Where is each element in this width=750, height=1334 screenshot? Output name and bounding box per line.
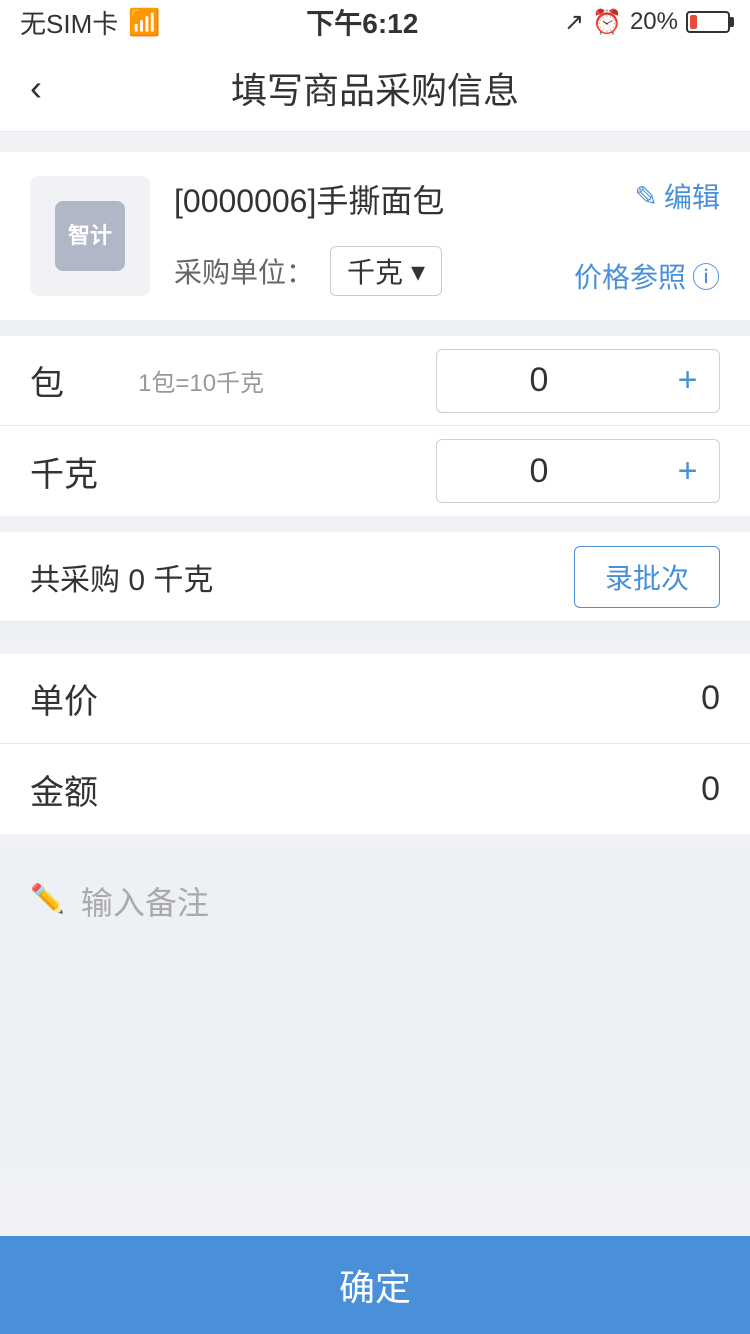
bag-label: 包 [30,356,130,405]
note-section[interactable]: ✏️ 输入备注 [0,850,750,1170]
confirm-button-label: 确定 [339,1259,411,1311]
wifi-icon: 📶 [128,7,160,38]
status-bar-left: 无SIM卡 📶 [20,4,161,41]
edit-icon: ✎ [635,180,658,213]
unit-price-value: 0 [701,679,720,718]
summary-unit: 千克 [153,564,213,597]
alarm-icon: ⏰ [592,8,622,37]
unit-value: 千克 [347,251,403,291]
price-section: 单价 0 金额 0 [0,654,750,834]
input-section: 包 1包=10千克 + 千克 + [0,336,750,516]
confirm-button[interactable]: 确定 [0,1236,750,1334]
price-ref-label: 价格参照 [574,256,686,296]
status-bar: 无SIM卡 📶 下午6:12 ↗ ⏰ 20% [0,0,750,44]
status-bar-time: 下午6:12 [306,2,418,42]
location-icon: ↗ [564,8,584,37]
product-image: 智计 [30,176,150,296]
page-title: 填写商品采购信息 [231,62,519,114]
unit-price-label: 单价 [30,674,98,723]
chevron-down-icon: ▾ [411,255,425,288]
battery-fill [690,15,697,29]
kg-input[interactable] [436,439,656,503]
kg-input-row: 千克 + [0,426,750,516]
summary-section: 共采购 0 千克 录批次 [0,532,750,622]
product-logo: 智计 [55,201,125,271]
product-title: 手撕面包 [316,183,444,219]
edit-button[interactable]: ✎ 编辑 [635,176,720,216]
back-button[interactable]: ‹ [30,67,42,109]
help-icon: ⓘ [692,256,720,296]
unit-price-row: 单价 0 [0,654,750,744]
separator-2 [0,622,750,638]
unit-label: 采购单位： [174,251,314,291]
summary-quantity: 0 [128,564,145,597]
logo-text: 智计 [68,223,112,249]
separator-1 [0,320,750,336]
bag-input-row: 包 1包=10千克 + [0,336,750,426]
amount-value: 0 [701,770,720,809]
nav-bar: ‹ 填写商品采购信息 [0,44,750,132]
summary-label: 共采购 0 千克 [30,555,213,599]
battery-percent: 20% [630,8,678,36]
carrier-label: 无SIM卡 [20,4,118,41]
status-bar-right: ↗ ⏰ 20% [564,8,730,37]
battery-indicator [686,11,730,33]
price-ref-button[interactable]: 价格参照 ⓘ [574,256,720,296]
amount-row: 金额 0 [0,744,750,834]
bag-input-wrapper: + [436,349,720,413]
note-placeholder: 输入备注 [81,878,209,924]
kg-label: 千克 [30,447,130,496]
unit-selector[interactable]: 千克 ▾ [330,246,442,296]
amount-label: 金额 [30,765,98,814]
summary-row: 共采购 0 千克 录批次 [0,532,750,622]
bag-plus-button[interactable]: + [656,349,720,413]
pencil-icon: ✏️ [30,882,65,915]
kg-input-wrapper: + [436,439,720,503]
bag-sublabel: 1包=10千克 [138,363,436,398]
kg-plus-button[interactable]: + [656,439,720,503]
edit-label: 编辑 [664,176,720,216]
bag-input[interactable] [436,349,656,413]
product-id: [0000006] [174,183,316,219]
summary-text-label: 共采购 [30,564,120,597]
batch-button[interactable]: 录批次 [574,546,720,608]
product-card: 智计 [0000006]手撕面包 采购单位： 千克 ▾ ✎ 编辑 价格参照 ⓘ [0,152,750,320]
